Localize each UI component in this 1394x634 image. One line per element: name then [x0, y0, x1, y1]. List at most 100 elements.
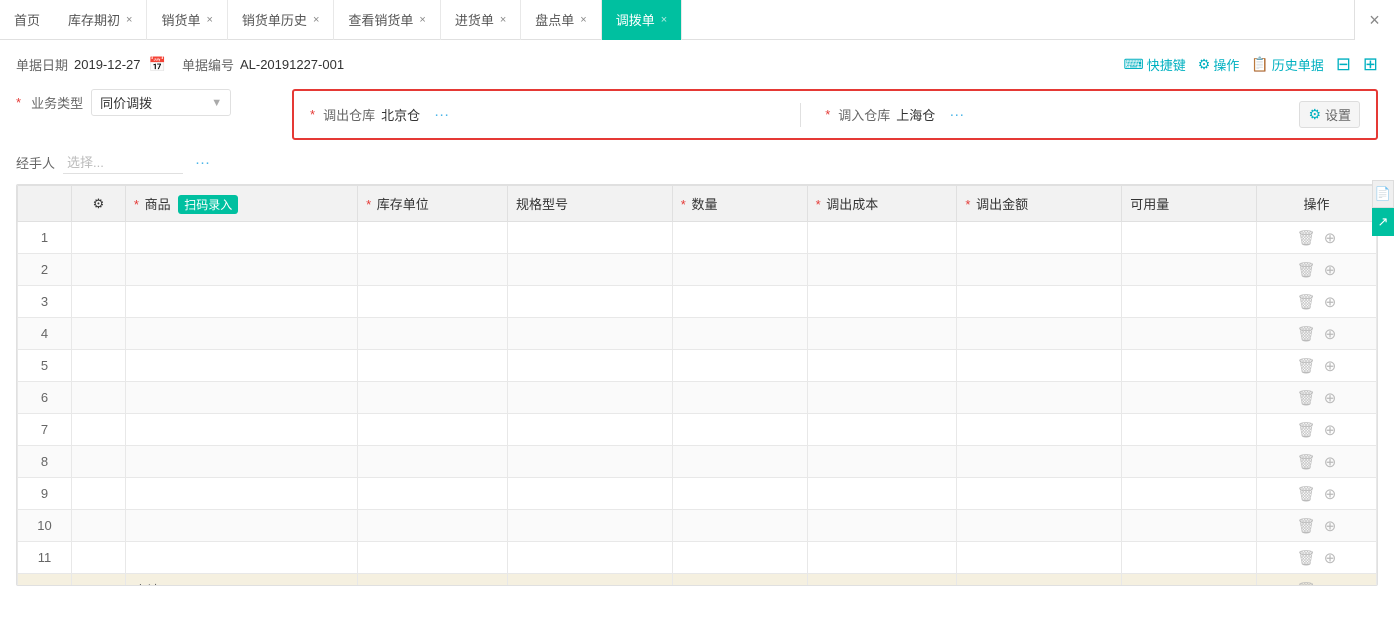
tab-close-icon[interactable]: ×: [206, 14, 212, 26]
subtotal-row: 小计 0.00 0.00 0.00 🗑 ⊕: [18, 574, 1377, 586]
window-close-button[interactable]: ×: [1354, 0, 1394, 40]
grid-icon[interactable]: ⊟: [1336, 54, 1351, 75]
tabs-bar: 首页 库存期初 × 销货单 × 销货单历史 × 查看销货单 × 进货单 × 盘点…: [0, 0, 1394, 40]
operate-icon: ⚙: [1198, 56, 1211, 73]
history-button[interactable]: 📋 历史单据: [1251, 55, 1323, 74]
row-gear-cell: [71, 510, 125, 542]
tab-purchase[interactable]: 进货单 ×: [441, 0, 521, 40]
copy-icon[interactable]: ⊕: [1324, 389, 1337, 407]
scan-button[interactable]: 扫码录入: [178, 195, 238, 214]
delete-icon[interactable]: 🗑: [1297, 517, 1316, 535]
tab-sales-history[interactable]: 销货单历史 ×: [228, 0, 334, 40]
copy-icon[interactable]: ⊕: [1324, 517, 1337, 535]
subtotal-delete-icon[interactable]: 🗑: [1297, 581, 1316, 586]
delete-icon[interactable]: 🗑: [1297, 453, 1316, 471]
copy-icon[interactable]: ⊕: [1324, 293, 1337, 311]
delete-icon[interactable]: 🗑: [1297, 485, 1316, 503]
row-gear-cell: [71, 414, 125, 446]
copy-icon[interactable]: ⊕: [1324, 357, 1337, 375]
tab-home[interactable]: 首页: [8, 0, 54, 40]
delete-icon[interactable]: 🗑: [1297, 261, 1316, 279]
copy-icon[interactable]: ⊕: [1324, 325, 1337, 343]
col-num-header: [18, 186, 72, 222]
tab-close-icon[interactable]: ×: [500, 14, 506, 26]
tab-close-icon[interactable]: ×: [580, 14, 586, 26]
table-scroll-area[interactable]: ⚙ * 商品 扫码录入 * 库存单位 规格型号: [17, 185, 1377, 585]
shortcut-button[interactable]: ⌨ 快捷键: [1124, 55, 1186, 74]
row-qty-cell: [672, 222, 807, 254]
copy-icon[interactable]: ⊕: [1324, 453, 1337, 471]
settings-button[interactable]: ⚙ 设置: [1299, 101, 1360, 128]
row-avail-cell: [1122, 542, 1257, 574]
row-goods-cell[interactable]: [125, 478, 357, 510]
out-warehouse-value: 北京仓: [381, 105, 420, 124]
copy-icon[interactable]: ⊕: [1324, 261, 1337, 279]
row-unit-cell: [358, 478, 508, 510]
row-goods-cell[interactable]: [125, 414, 357, 446]
row-op-cell: 🗑 ⊕: [1257, 286, 1377, 318]
copy-icon[interactable]: ⊕: [1324, 421, 1337, 439]
row-avail-cell: [1122, 222, 1257, 254]
tab-transfer[interactable]: 调拨单 ×: [602, 0, 682, 40]
calendar-icon[interactable]: 📅: [149, 56, 166, 73]
row-gear-cell: [71, 382, 125, 414]
row-goods-cell[interactable]: [125, 286, 357, 318]
row-goods-cell[interactable]: [125, 318, 357, 350]
tab-close-icon[interactable]: ×: [313, 14, 319, 26]
in-warehouse-field: * 调入仓库 上海仓 ···: [825, 105, 1291, 124]
delete-icon[interactable]: 🗑: [1297, 389, 1316, 407]
delete-icon[interactable]: 🗑: [1297, 229, 1316, 247]
biz-type-select[interactable]: 同价调拨 ▼: [91, 89, 231, 116]
row-goods-cell[interactable]: [125, 350, 357, 382]
copy-icon[interactable]: ⊕: [1324, 229, 1337, 247]
delete-icon[interactable]: 🗑: [1297, 325, 1316, 343]
row-goods-cell[interactable]: [125, 254, 357, 286]
tab-close-icon[interactable]: ×: [419, 14, 425, 26]
row-op-cell: 🗑 ⊕: [1257, 382, 1377, 414]
subtotal-spec: [507, 574, 672, 586]
row-cost-cell: [807, 446, 957, 478]
in-warehouse-value: 上海仓: [896, 105, 935, 124]
row-num-cell: 3: [18, 286, 72, 318]
delete-icon[interactable]: 🗑: [1297, 357, 1316, 375]
row-goods-cell[interactable]: [125, 542, 357, 574]
row-num-cell: 10: [18, 510, 72, 542]
tab-inventory-init[interactable]: 库存期初 ×: [54, 0, 147, 40]
handler-input[interactable]: 选择...: [63, 150, 183, 174]
row-goods-cell[interactable]: [125, 382, 357, 414]
tab-sales-order[interactable]: 销货单 ×: [147, 0, 227, 40]
float-expand-button[interactable]: ↗: [1372, 208, 1394, 236]
out-warehouse-more-icon[interactable]: ···: [434, 106, 449, 123]
row-avail-cell: [1122, 254, 1257, 286]
row-goods-cell[interactable]: [125, 510, 357, 542]
row-goods-cell[interactable]: [125, 222, 357, 254]
row-num-cell: 7: [18, 414, 72, 446]
col-gear-header[interactable]: ⚙: [71, 186, 125, 222]
row-spec-cell: [507, 478, 672, 510]
subtotal-label-cell: [18, 574, 72, 586]
tab-stocktake[interactable]: 盘点单 ×: [521, 0, 601, 40]
delete-icon[interactable]: 🗑: [1297, 421, 1316, 439]
goods-col-label: 商品: [145, 197, 171, 212]
delete-icon[interactable]: 🗑: [1297, 293, 1316, 311]
row-unit-cell: [358, 510, 508, 542]
operate-button[interactable]: ⚙ 操作: [1198, 55, 1240, 74]
float-doc-button[interactable]: 📄: [1372, 180, 1394, 208]
row-goods-cell[interactable]: [125, 446, 357, 478]
tab-label: 查看销货单: [348, 10, 413, 29]
grid2-icon[interactable]: ⊞: [1363, 54, 1378, 75]
copy-icon[interactable]: ⊕: [1324, 485, 1337, 503]
in-warehouse-more-icon[interactable]: ···: [949, 106, 964, 123]
tab-view-sales[interactable]: 查看销货单 ×: [334, 0, 440, 40]
main-content: 单据日期 2019-12-27 📅 单据编号 AL-20191227-001 ⌨…: [0, 40, 1394, 634]
delete-icon[interactable]: 🗑: [1297, 549, 1316, 567]
handler-more-icon[interactable]: ···: [195, 154, 210, 171]
copy-icon[interactable]: ⊕: [1324, 549, 1337, 567]
tab-close-active-icon[interactable]: ×: [661, 14, 667, 26]
row-gear-cell: [71, 222, 125, 254]
shortcut-label: 快捷键: [1147, 55, 1186, 74]
tab-close-icon[interactable]: ×: [126, 14, 132, 26]
subtotal-copy-icon[interactable]: ⊕: [1324, 581, 1337, 586]
row-amount-cell: [957, 478, 1122, 510]
row-op-cell: 🗑 ⊕: [1257, 414, 1377, 446]
